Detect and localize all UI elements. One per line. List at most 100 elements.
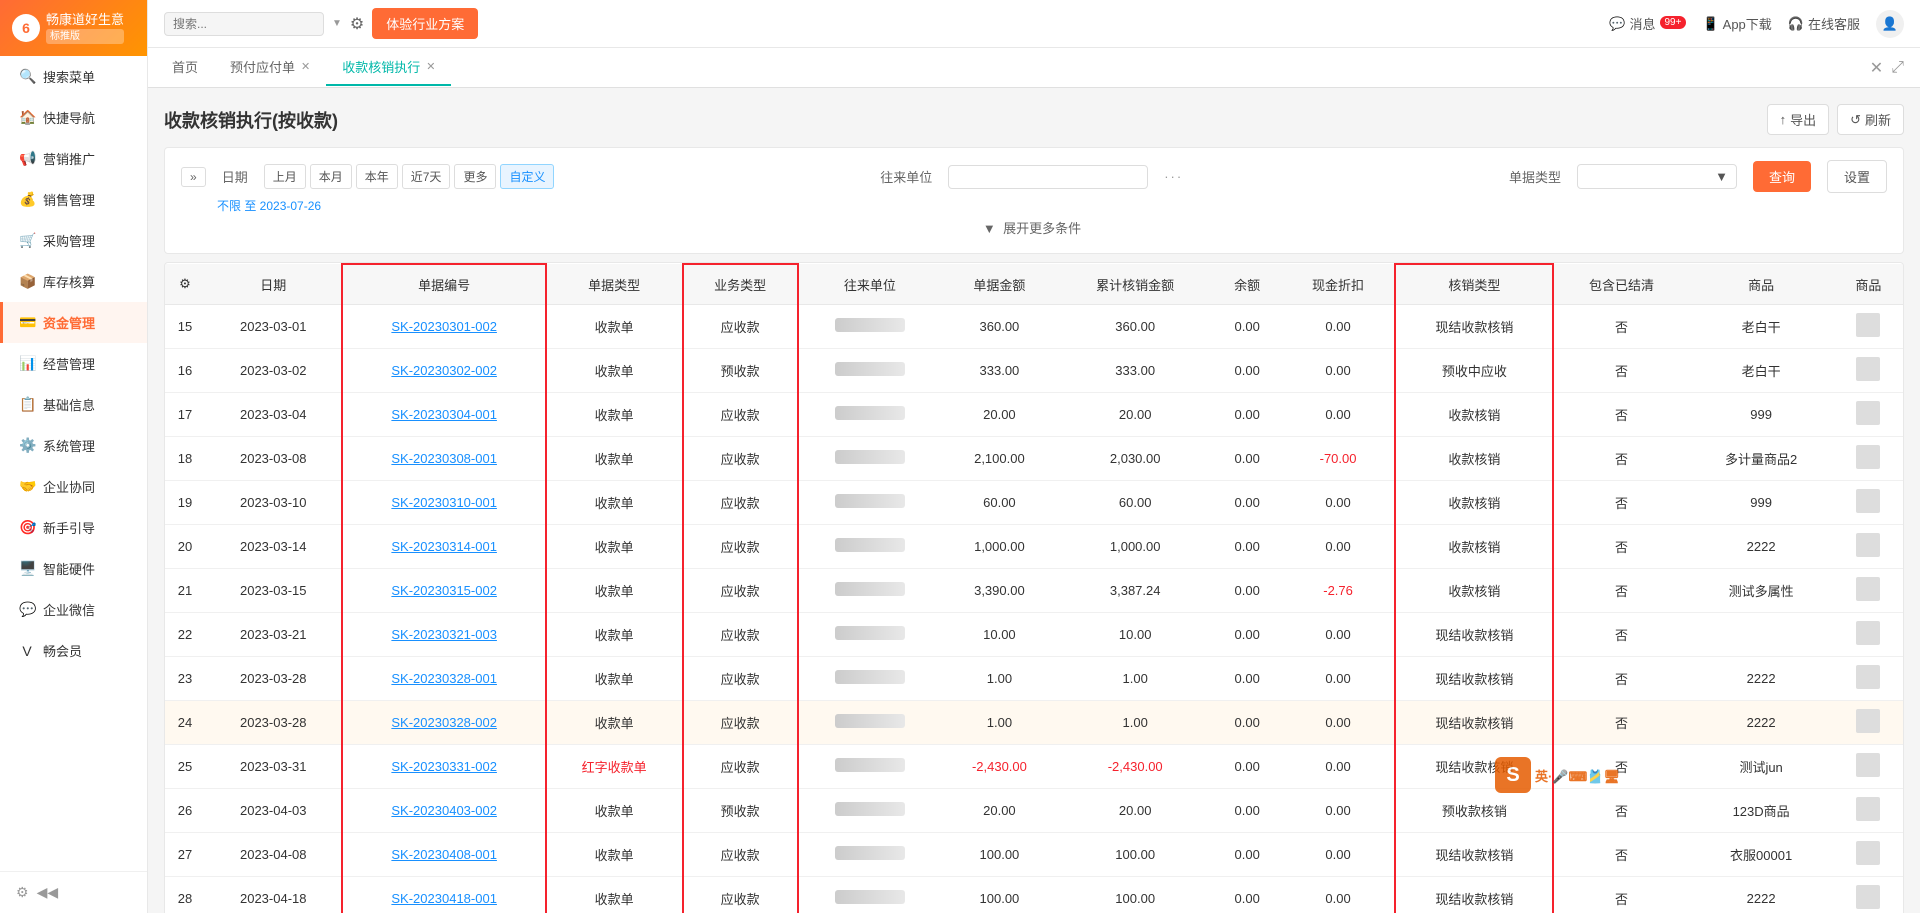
tab-close-writeoff[interactable]: ✕ [426, 60, 435, 73]
phone-icon: 📱 [1702, 16, 1718, 32]
row-product1 [1688, 613, 1833, 657]
sidebar-item-purchase[interactable]: 🛒 采购管理 [0, 220, 147, 261]
col-biz-type: 业务类型 [683, 264, 798, 305]
expand-conditions-row[interactable]: ▼ 展开更多条件 [181, 218, 1887, 237]
receipt-type-filter-label: 单据类型 [1509, 167, 1561, 186]
query-button[interactable]: 查询 [1753, 161, 1811, 192]
row-partner [798, 833, 941, 877]
sidebar-item-hardware[interactable]: 🖥️ 智能硬件 [0, 548, 147, 589]
row-order-no[interactable]: SK-20230403-002 [342, 789, 545, 833]
row-order-no[interactable]: SK-20230331-002 [342, 745, 545, 789]
sidebar-item-quicknav[interactable]: 🏠 快捷导航 [0, 97, 147, 138]
col-partner: 往来单位 [798, 264, 941, 305]
sidebar-item-wechat[interactable]: 💬 企业微信 [0, 589, 147, 630]
row-order-no[interactable]: SK-20230314-001 [342, 525, 545, 569]
col-date: 日期 [205, 264, 342, 305]
row-num: 24 [165, 701, 205, 745]
this-month-btn[interactable]: 本月 [310, 164, 352, 189]
more-dates-btn[interactable]: 更多 [454, 164, 496, 189]
last-7days-btn[interactable]: 近7天 [402, 164, 451, 189]
row-included: 否 [1553, 393, 1688, 437]
row-write-off: 10.00 [1058, 613, 1213, 657]
expand-tabs-icon[interactable]: ⤢ [1891, 59, 1904, 77]
app-download-item[interactable]: 📱 App下载 [1702, 14, 1771, 33]
row-num: 20 [165, 525, 205, 569]
sidebar-item-sales[interactable]: 💰 销售管理 [0, 179, 147, 220]
tab-close-prepayment[interactable]: ✕ [301, 60, 310, 73]
user-avatar[interactable]: 👤 [1876, 10, 1904, 38]
settings-filter-button[interactable]: 设置 [1827, 160, 1887, 193]
row-included: 否 [1553, 657, 1688, 701]
row-product1: 2222 [1688, 525, 1833, 569]
receipt-type-select[interactable]: ▼ [1577, 164, 1737, 189]
row-discount: 0.00 [1282, 305, 1396, 349]
row-discount: 0.00 [1282, 349, 1396, 393]
row-order-no[interactable]: SK-20230315-002 [342, 569, 545, 613]
this-year-btn[interactable]: 本年 [356, 164, 398, 189]
collapse-icon[interactable]: ◀◀ [37, 884, 59, 901]
sidebar-item-member[interactable]: V 畅会员 [0, 630, 147, 671]
row-included: 否 [1553, 305, 1688, 349]
breadcrumb-search[interactable] [164, 12, 324, 36]
row-order-no[interactable]: SK-20230408-001 [342, 833, 545, 877]
sidebar-item-system[interactable]: ⚙️ 系统管理 [0, 425, 147, 466]
row-product2 [1834, 613, 1903, 657]
row-discount: 0.00 [1282, 789, 1396, 833]
industry-solution-button[interactable]: 体验行业方案 [372, 8, 478, 39]
export-button[interactable]: ↑ 导出 [1767, 104, 1830, 135]
row-num: 21 [165, 569, 205, 613]
service-item[interactable]: 🎧 在线客服 [1788, 14, 1860, 33]
refresh-button[interactable]: ↺ 刷新 [1837, 104, 1904, 135]
date-range-display: 不限 至 2023-07-26 [217, 199, 321, 213]
settings-bottom-icon[interactable]: ⚙ [16, 884, 29, 901]
row-write-off: 333.00 [1058, 349, 1213, 393]
row-write-off-type: 现结收款核销 [1395, 833, 1553, 877]
row-partner [798, 437, 941, 481]
partner-filter-input[interactable] [948, 165, 1148, 189]
messages-item[interactable]: 💬 消息 99+ [1609, 14, 1686, 33]
row-date: 2023-03-28 [205, 701, 342, 745]
row-amount: 360.00 [941, 305, 1058, 349]
close-all-tabs-icon[interactable]: ✕ [1870, 58, 1883, 78]
sidebar-item-search[interactable]: 🔍 搜索菜单 [0, 56, 147, 97]
sidebar-item-enterprise[interactable]: 🤝 企业协同 [0, 466, 147, 507]
sidebar-item-inventory[interactable]: 📦 库存核算 [0, 261, 147, 302]
last-month-btn[interactable]: 上月 [264, 164, 306, 189]
sidebar-item-finance[interactable]: 💳 资金管理 [0, 302, 147, 343]
sidebar-item-basic[interactable]: 📋 基础信息 [0, 384, 147, 425]
col-settings-icon[interactable]: ⚙ [165, 264, 205, 305]
row-num: 25 [165, 745, 205, 789]
row-doc-type: 收款单 [546, 437, 683, 481]
sidebar: 6 畅康道好生意 标推版 🔍 搜索菜单 🏠 快捷导航 📢 营销推广 💰 销售管理… [0, 0, 148, 913]
gear-icon[interactable]: ⚙ [350, 14, 364, 34]
row-product2 [1834, 833, 1903, 877]
sidebar-item-guide[interactable]: 🎯 新手引导 [0, 507, 147, 548]
row-discount: -70.00 [1282, 437, 1396, 481]
sidebar-item-operations[interactable]: 📊 经营管理 [0, 343, 147, 384]
row-order-no[interactable]: SK-20230301-002 [342, 305, 545, 349]
filter-row-1: » 日期 上月 本月 本年 近7天 更多 自定义 往来单位 ··· 单据类型 [181, 160, 1887, 193]
row-order-no[interactable]: SK-20230321-003 [342, 613, 545, 657]
row-order-no[interactable]: SK-20230418-001 [342, 877, 545, 913]
tab-home[interactable]: 首页 [156, 49, 214, 86]
table-row: 232023-03-28SK-20230328-001收款单应收款1.001.0… [165, 657, 1903, 701]
row-order-no[interactable]: SK-20230302-002 [342, 349, 545, 393]
custom-date-btn[interactable]: 自定义 [500, 164, 554, 189]
tab-writeoff[interactable]: 收款核销执行 ✕ [326, 49, 451, 86]
row-discount: 0.00 [1282, 701, 1396, 745]
row-order-no[interactable]: SK-20230328-001 [342, 657, 545, 701]
row-order-no[interactable]: SK-20230328-002 [342, 701, 545, 745]
row-write-off: 1,000.00 [1058, 525, 1213, 569]
row-product2 [1834, 525, 1903, 569]
row-order-no[interactable]: SK-20230308-001 [342, 437, 545, 481]
row-biz-type: 应收款 [683, 569, 798, 613]
sidebar-item-marketing[interactable]: 📢 营销推广 [0, 138, 147, 179]
row-order-no[interactable]: SK-20230310-001 [342, 481, 545, 525]
tab-prepayment[interactable]: 预付应付单 ✕ [214, 49, 326, 86]
expand-down-icon: ▼ [983, 221, 996, 236]
row-write-off-type: 现结收款核销 [1395, 877, 1553, 913]
row-partner [798, 481, 941, 525]
row-order-no[interactable]: SK-20230304-001 [342, 393, 545, 437]
filter-expand-toggle[interactable]: » [181, 167, 206, 187]
row-write-off-type: 现结收款核销 [1395, 657, 1553, 701]
